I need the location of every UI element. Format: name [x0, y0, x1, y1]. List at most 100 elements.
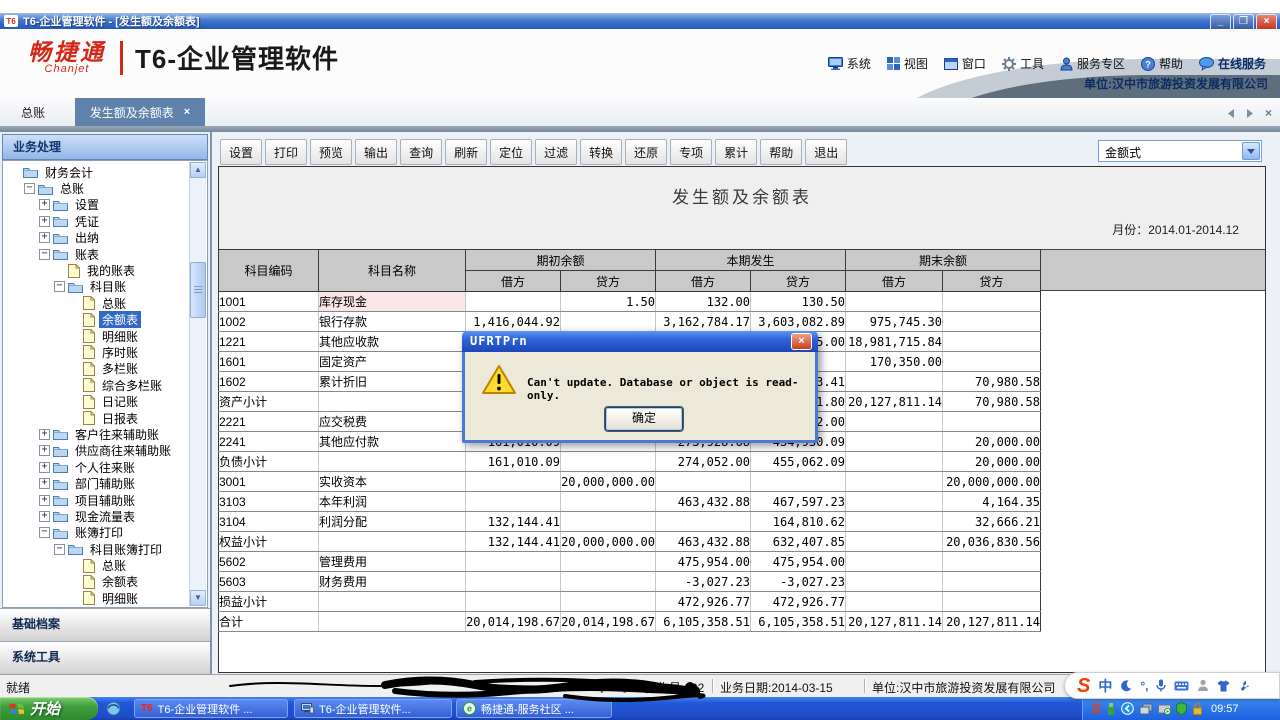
- cell-amount[interactable]: 1,416,044.92: [465, 311, 561, 332]
- cell-amount[interactable]: 475,954.00: [750, 551, 846, 572]
- quick-launch-icon[interactable]: [106, 701, 121, 716]
- moon-icon[interactable]: [1120, 679, 1132, 692]
- cell-amount[interactable]: 20,014,198.67: [560, 611, 656, 632]
- tab-scroll-right-icon[interactable]: [1246, 108, 1254, 118]
- cell-amount[interactable]: 20,127,811.14: [845, 391, 943, 412]
- back-icon[interactable]: [1121, 702, 1134, 715]
- cell-name[interactable]: 管理费用: [318, 551, 466, 572]
- tab-close-all-icon[interactable]: ×: [1265, 106, 1272, 120]
- cell-amount[interactable]: 18,981,715.84: [845, 331, 943, 352]
- toolbar-button-转换[interactable]: 转换: [580, 139, 623, 165]
- cell-amount[interactable]: 130.50: [750, 291, 846, 312]
- expand-icon[interactable]: +: [39, 428, 50, 440]
- sidebar-item-base-archive[interactable]: 基础档案: [0, 608, 210, 641]
- cell-amount[interactable]: 70,980.58: [942, 371, 1041, 392]
- cell-name[interactable]: [318, 391, 466, 412]
- cell-amount[interactable]: [750, 471, 846, 492]
- tree-item-总账[interactable]: 总账: [3, 557, 207, 573]
- tab-general-ledger[interactable]: 总账: [0, 98, 66, 126]
- tree-item-账表[interactable]: − 账表: [3, 246, 207, 262]
- cell-amount[interactable]: 132,144.41: [465, 511, 561, 532]
- cell-amount[interactable]: 20,000,000.00: [942, 471, 1041, 492]
- cell-amount[interactable]: 132,144.41: [465, 531, 561, 552]
- cell-amount[interactable]: 170,350.00: [845, 351, 943, 372]
- cell-amount[interactable]: [560, 591, 656, 612]
- toolbar-button-定位[interactable]: 定位: [490, 139, 533, 165]
- cell-name[interactable]: 固定资产: [318, 351, 466, 372]
- cell-name[interactable]: 利润分配: [318, 511, 466, 532]
- menu-item-服务专区[interactable]: 服务专区: [1060, 55, 1125, 72]
- menu-item-工具[interactable]: 工具: [1001, 55, 1044, 72]
- tab-balance-report[interactable]: 发生额及余额表 ×: [75, 98, 205, 126]
- cell-amount[interactable]: [845, 291, 943, 312]
- cell-amount[interactable]: [942, 571, 1041, 592]
- cell-amount[interactable]: 164,810.62: [750, 511, 846, 532]
- cell-amount[interactable]: [942, 351, 1041, 372]
- cell-name[interactable]: 应交税费: [318, 411, 466, 432]
- toolbar-button-过滤[interactable]: 过滤: [535, 139, 578, 165]
- cell-amount[interactable]: [942, 551, 1041, 572]
- collapse-icon[interactable]: −: [39, 527, 50, 539]
- cell-amount[interactable]: 20,000.00: [942, 451, 1041, 472]
- cell-amount[interactable]: [942, 331, 1041, 352]
- expand-icon[interactable]: +: [39, 232, 50, 244]
- tree-scrollbar[interactable]: ▲ ▼: [189, 162, 206, 606]
- tree-item-日报表[interactable]: 日报表: [3, 410, 207, 426]
- cell-amount[interactable]: [465, 551, 561, 572]
- cell-name[interactable]: [318, 591, 466, 612]
- cell-code[interactable]: 权益小计: [218, 531, 319, 552]
- cell-name[interactable]: 其他应收款: [318, 331, 466, 352]
- wrench-icon[interactable]: [1238, 680, 1250, 692]
- cell-amount[interactable]: [655, 471, 751, 492]
- tree-item-科目账簿打印[interactable]: − 科目账簿打印: [3, 541, 207, 557]
- cell-amount[interactable]: 4,164.35: [942, 491, 1041, 512]
- cell-amount[interactable]: 274,052.00: [655, 451, 751, 472]
- expand-icon[interactable]: +: [39, 461, 50, 473]
- cell-amount[interactable]: [560, 451, 656, 472]
- cell-amount[interactable]: 632,407.85: [750, 531, 846, 552]
- cell-code[interactable]: 2221: [218, 411, 319, 432]
- cell-amount[interactable]: 20,014,198.67: [465, 611, 561, 632]
- tree-item-余额表[interactable]: 余额表: [3, 311, 207, 329]
- cell-name[interactable]: [318, 611, 466, 632]
- cell-amount[interactable]: [845, 471, 943, 492]
- tshirt-icon[interactable]: [1217, 680, 1230, 692]
- tree-item-余额表[interactable]: 余额表: [3, 574, 207, 590]
- expand-icon[interactable]: +: [39, 199, 50, 211]
- cell-code[interactable]: 1002: [218, 311, 319, 332]
- tree-item-个人往来账[interactable]: + 个人往来账: [3, 459, 207, 475]
- scroll-thumb[interactable]: [190, 262, 206, 318]
- cell-amount[interactable]: 472,926.77: [750, 591, 846, 612]
- cell-amount[interactable]: [942, 291, 1041, 312]
- cell-amount[interactable]: [465, 571, 561, 592]
- person-gray-icon[interactable]: [1197, 679, 1209, 692]
- cell-amount[interactable]: 20,036,830.56: [942, 531, 1041, 552]
- toolbar-button-还原[interactable]: 还原: [625, 139, 668, 165]
- scroll-up-icon[interactable]: ▲: [190, 162, 206, 178]
- view-mode-combo[interactable]: 金额式: [1098, 140, 1262, 162]
- cell-amount[interactable]: 20,000,000.00: [560, 471, 656, 492]
- toolbar-button-帮助[interactable]: 帮助: [760, 139, 803, 165]
- cell-amount[interactable]: [465, 491, 561, 512]
- start-button[interactable]: 开始: [0, 697, 98, 720]
- menu-item-视图[interactable]: 视图: [886, 55, 928, 72]
- expand-icon[interactable]: +: [39, 510, 50, 522]
- cell-amount[interactable]: 463,432.88: [655, 491, 751, 512]
- tree-item-部门辅助账[interactable]: + 部门辅助账: [3, 475, 207, 491]
- cell-code[interactable]: 资产小计: [218, 391, 319, 412]
- tree-item-日记账[interactable]: 日记账: [3, 393, 207, 409]
- cell-amount[interactable]: [560, 311, 656, 332]
- monitors-icon[interactable]: [1139, 703, 1153, 715]
- toolbar-button-刷新[interactable]: 刷新: [445, 139, 488, 165]
- shield-icon[interactable]: [1176, 702, 1188, 715]
- sidebar-header[interactable]: 业务处理: [2, 134, 208, 160]
- collapse-icon[interactable]: −: [54, 543, 65, 555]
- tree-item-明细账[interactable]: 明细账: [3, 590, 207, 606]
- cell-amount[interactable]: [845, 591, 943, 612]
- dialog-close-icon[interactable]: ×: [791, 333, 812, 350]
- toolbar-button-专项[interactable]: 专项: [670, 139, 713, 165]
- ok-button[interactable]: 确定: [605, 407, 683, 431]
- cell-amount[interactable]: [845, 431, 943, 452]
- tree-item-项目辅助账[interactable]: + 项目辅助账: [3, 492, 207, 508]
- tree-item-客户往来辅助账[interactable]: + 客户往来辅助账: [3, 426, 207, 442]
